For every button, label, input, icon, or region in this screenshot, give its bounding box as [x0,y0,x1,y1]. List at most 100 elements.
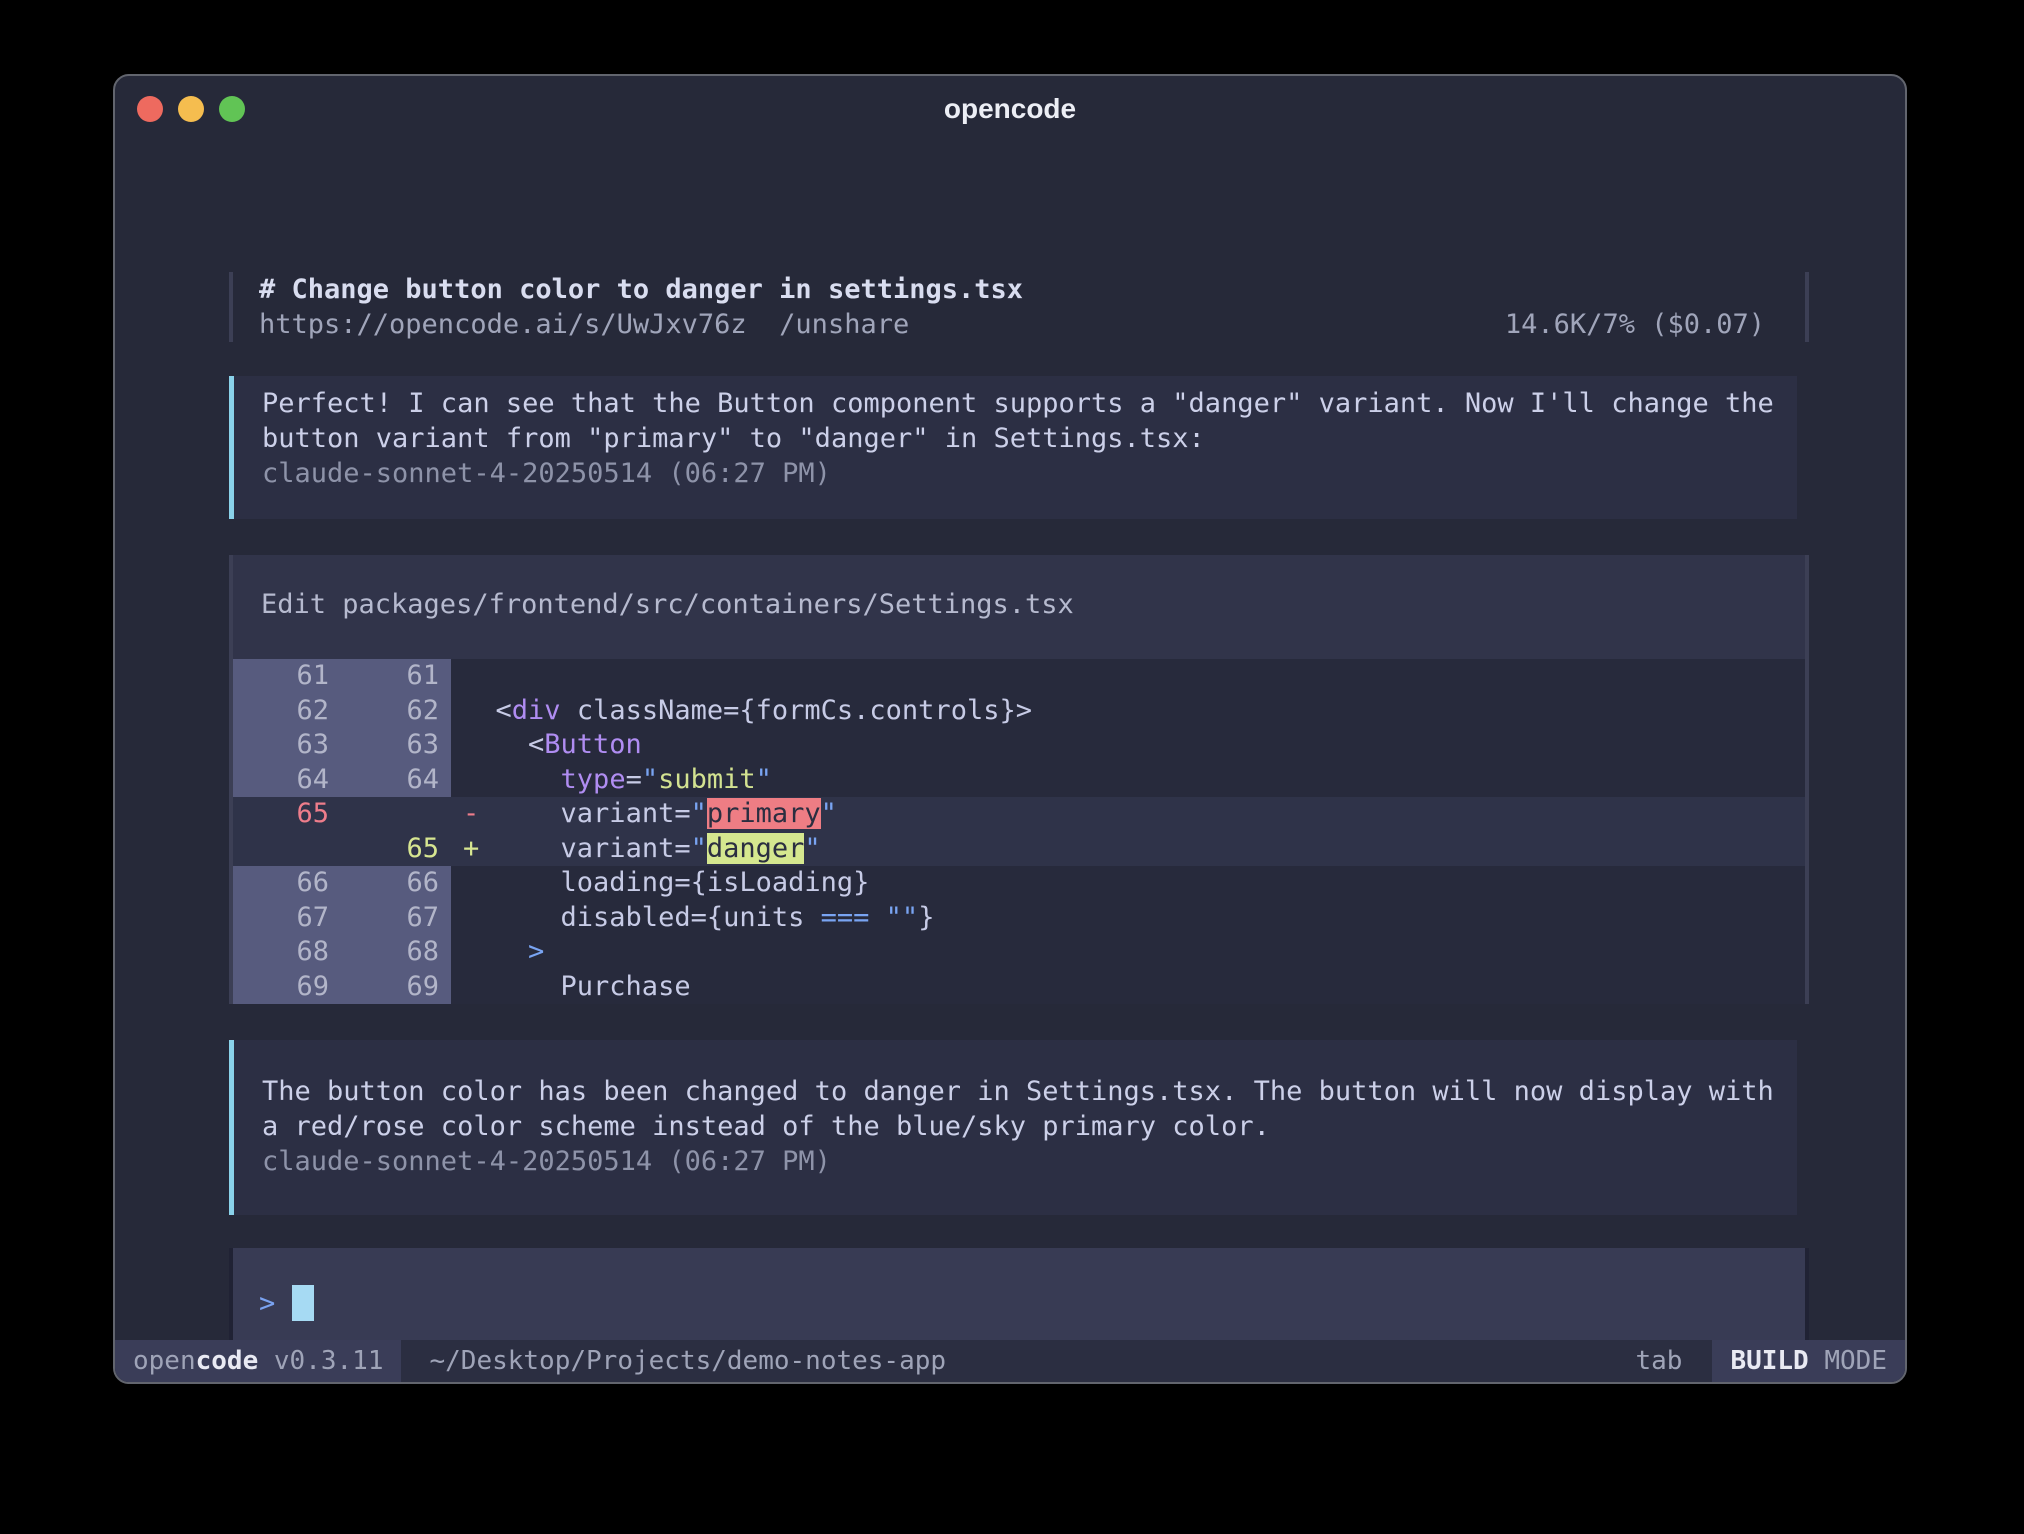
code-line: <Button [451,728,1805,763]
mode-name: BUILD [1730,1346,1808,1376]
edit-file-title: Edit packages/frontend/src/containers/Se… [233,555,1805,659]
diff-row: 6969 Purchase [233,970,1805,1005]
message-line: The button color has been changed to dan… [262,1074,1797,1109]
message-line: button variant from "primary" to "danger… [262,421,1797,456]
message-line: Perfect! I can see that the Button compo… [262,386,1797,421]
code-line: disabled={units === ""} [451,901,1805,936]
diff-row: 6868 > [233,935,1805,970]
old-line-number: 62 [233,694,329,729]
code-line: + variant="danger" [451,832,1805,867]
old-line-number [233,832,329,867]
code-token: Button [544,729,642,760]
window-title: opencode [115,93,1905,125]
code-line: loading={isLoading} [451,866,1805,901]
tab-key-hint: tab [1635,1340,1682,1382]
new-line-number: 69 [329,970,439,1005]
minimize-button[interactable] [178,96,204,122]
new-line-number: 61 [329,659,439,694]
code-token: - [463,798,479,829]
line-number-gutter: 6464 [233,763,451,798]
line-number-gutter: 65 [233,832,451,867]
code-token: = [626,764,642,795]
diff-row: 6666 loading={isLoading} [233,866,1805,901]
new-line-number: 66 [329,866,439,901]
app-version: v0.3.11 [258,1346,383,1376]
old-line-number: 64 [233,763,329,798]
statusbar-spacer [946,1340,1635,1382]
message-lines: The button color has been changed to dan… [262,1074,1797,1144]
line-number-gutter: 6363 [233,728,451,763]
code-token: loading={isLoading} [463,867,869,898]
code-token: === [821,902,870,933]
new-line-number: 68 [329,935,439,970]
close-button[interactable] [137,96,163,122]
code-token: type [561,764,626,795]
edit-tool-block: Edit packages/frontend/src/containers/Se… [229,555,1809,1004]
code-token: submit [658,764,756,795]
code-token: disabled={units [463,902,821,933]
code-token [463,764,561,795]
diff-row: 65 + variant="danger" [233,832,1805,867]
message-line: a red/rose color scheme instead of the b… [262,1109,1797,1144]
code-token: " [804,833,820,864]
code-token [463,936,528,967]
code-token: danger [707,833,805,864]
code-token: variant= [479,798,690,829]
line-number-gutter: 6666 [233,866,451,901]
prompt-symbol: > [259,1288,275,1319]
old-line-number: 61 [233,659,329,694]
diff-row: 6161 [233,659,1805,694]
assistant-message: Perfect! I can see that the Button compo… [229,376,1797,519]
message-lines: Perfect! I can see that the Button compo… [262,386,1797,456]
code-line: <div className={formCs.controls}> [451,694,1805,729]
old-line-number: 69 [233,970,329,1005]
code-line: - variant="primary" [451,797,1805,832]
app-name-open: open [133,1346,196,1376]
diff-row: 65- variant="primary" [233,797,1805,832]
code-line: type="submit" [451,763,1805,798]
code-token [869,902,885,933]
working-directory: ~/Desktop/Projects/demo-notes-app [429,1340,946,1382]
diff-row: 6464 type="submit" [233,763,1805,798]
code-token: " [691,798,707,829]
diff-row: 6767 disabled={units === ""} [233,901,1805,936]
line-number-gutter: 6868 [233,935,451,970]
text-cursor [292,1285,314,1321]
code-token: div [512,695,561,726]
code-token: "" [886,902,919,933]
new-line-number: 65 [329,832,439,867]
new-line-number: 62 [329,694,439,729]
token-usage: 14.6K/7% ($0.07) [1505,307,1765,342]
line-number-gutter: 6161 [233,659,451,694]
code-token: " [756,764,772,795]
old-line-number: 65 [233,797,329,832]
app-version-chip: opencode v0.3.11 [115,1340,401,1382]
old-line-number: 68 [233,935,329,970]
new-line-number: 63 [329,728,439,763]
line-number-gutter: 65 [233,797,451,832]
code-token: > [528,936,544,967]
titlebar: opencode [115,76,1905,142]
code-line [451,659,1805,694]
assistant-message: The button color has been changed to dan… [229,1040,1797,1215]
app-name-code: code [196,1346,259,1376]
new-line-number: 64 [329,763,439,798]
opencode-window: opencode # Change button color to danger… [113,74,1907,1384]
code-token: < [463,729,544,760]
traffic-lights [137,76,245,142]
code-token: < [463,695,512,726]
mode-suffix: MODE [1809,1346,1887,1376]
code-token: primary [707,798,821,829]
message-model-timestamp: claude-sonnet-4-20250514 (06:27 PM) [262,1144,1797,1179]
zoom-button[interactable] [219,96,245,122]
code-line: > [451,935,1805,970]
old-line-number: 63 [233,728,329,763]
code-token: " [691,833,707,864]
session-title: # Change button color to danger in setti… [259,272,1805,307]
diff-view: 61616262 <div className={formCs.controls… [233,659,1805,1004]
new-line-number: 67 [329,901,439,936]
mode-chip[interactable]: BUILD MODE [1712,1340,1905,1382]
code-token: + [463,833,479,864]
line-number-gutter: 6262 [233,694,451,729]
code-token: " [821,798,837,829]
